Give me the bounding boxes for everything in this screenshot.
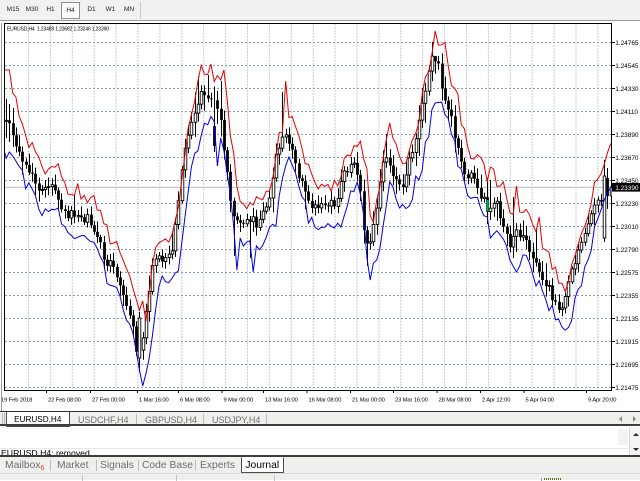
svg-text:9 Apr 20:00: 9 Apr 20:00	[588, 398, 616, 404]
svg-text:EURUSD,H4 1.23489 1.23682 1.2: EURUSD,H4 1.23489 1.23682 1.23246 1.2339…	[7, 26, 109, 32]
svg-text:23 Mar 16:00: 23 Mar 16:00	[395, 398, 428, 404]
svg-text:16 Mar 08:00: 16 Mar 08:00	[309, 398, 342, 404]
svg-text:1.22355: 1.22355	[615, 293, 639, 300]
svg-text:1.23390: 1.23390	[615, 185, 639, 192]
svg-text:1.23890: 1.23890	[615, 132, 639, 139]
svg-text:9 Mar 00:00: 9 Mar 00:00	[224, 398, 254, 404]
svg-text:1.24110: 1.24110	[615, 109, 638, 116]
svg-text:1.23670: 1.23670	[615, 155, 639, 162]
svg-text:1.21475: 1.21475	[615, 385, 639, 392]
svg-text:1.21915: 1.21915	[615, 339, 639, 346]
svg-text:1 Mar 16:00: 1 Mar 16:00	[139, 398, 169, 404]
svg-text:1.23230: 1.23230	[615, 201, 639, 208]
svg-text:28 Mar 08:00: 28 Mar 08:00	[439, 398, 472, 404]
svg-text:1.22135: 1.22135	[615, 316, 639, 323]
svg-text:2 Apr 12:00: 2 Apr 12:00	[482, 398, 510, 404]
svg-text:19 Feb 2018: 19 Feb 2018	[1, 398, 32, 404]
svg-text:1.23010: 1.23010	[615, 224, 639, 231]
svg-text:27 Feb 00:00: 27 Feb 00:00	[92, 398, 125, 404]
svg-text:5 Apr 04:00: 5 Apr 04:00	[526, 398, 554, 404]
svg-text:13 Mar 16:00: 13 Mar 16:00	[265, 398, 298, 404]
svg-text:1.24765: 1.24765	[615, 40, 639, 47]
svg-text:1.22790: 1.22790	[615, 247, 639, 254]
svg-text:1.22575: 1.22575	[615, 270, 639, 277]
svg-text:22 Feb 08:00: 22 Feb 08:00	[48, 398, 81, 404]
svg-text:21 Mar 00:00: 21 Mar 00:00	[352, 398, 385, 404]
svg-text:1.21695: 1.21695	[615, 362, 639, 369]
svg-text:1.24330: 1.24330	[615, 86, 639, 93]
svg-text:6 Mar 08:00: 6 Mar 08:00	[180, 398, 210, 404]
svg-text:1.24545: 1.24545	[615, 63, 639, 70]
